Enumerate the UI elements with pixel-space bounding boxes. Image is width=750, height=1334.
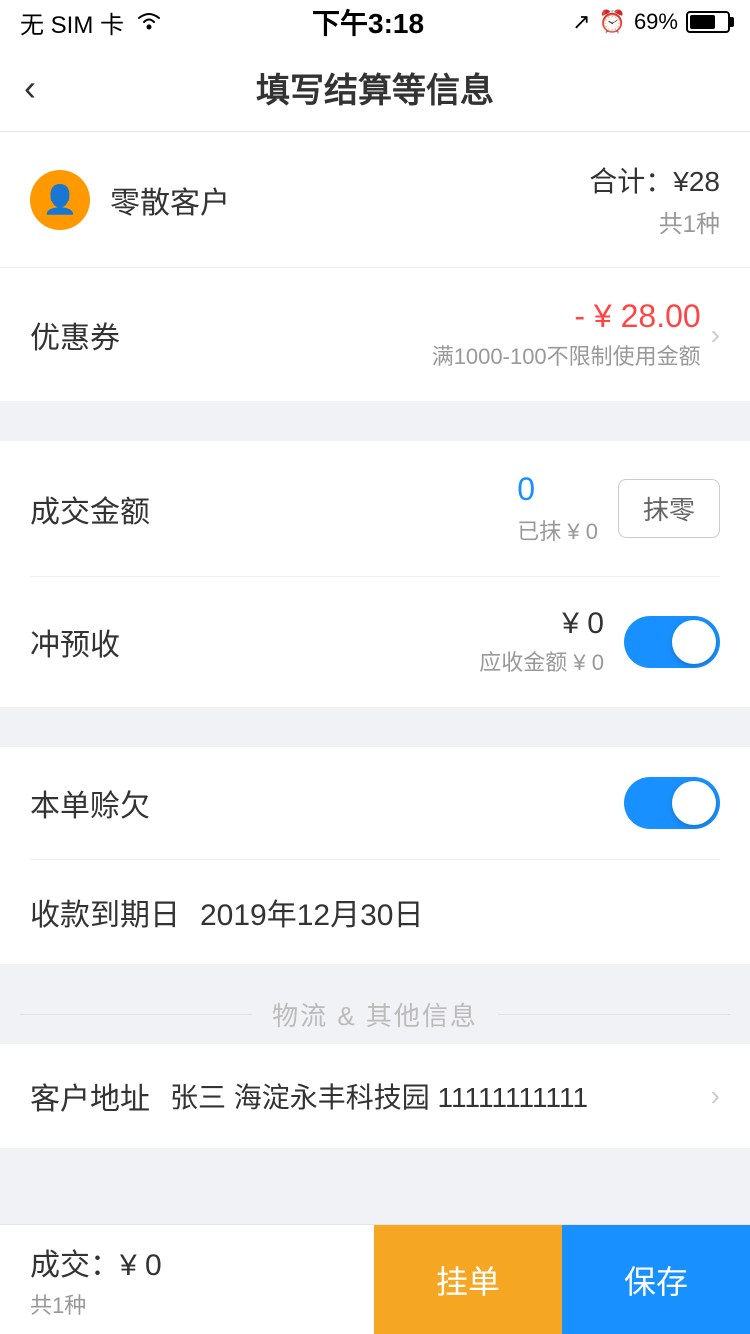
prepay-value-block: ¥ 0 应收金额 ¥ 0 (479, 607, 604, 677)
status-left: 无 SIM 卡 (20, 5, 164, 40)
debt-label: 本单赊欠 (30, 781, 150, 825)
prepay-right: ¥ 0 应收金额 ¥ 0 (479, 607, 720, 677)
prepay-row: 冲预收 ¥ 0 应收金额 ¥ 0 (30, 577, 720, 707)
status-right: ↗ ⏰ 69% (572, 9, 730, 35)
logistics-text: 物流 & 其他信息 (272, 996, 478, 1033)
divider-line-right (498, 1014, 730, 1015)
hold-button[interactable]: 挂单 (374, 1225, 562, 1334)
customer-name: 零散客户 (110, 178, 230, 222)
customer-total-block: 合计：¥28 共1种 (589, 160, 720, 239)
deal-value: ¥ 0 (120, 1249, 162, 1282)
page-title: 填写结算等信息 (256, 63, 494, 112)
amount-right: 0 已抹 ¥ 0 抹零 (517, 471, 720, 546)
status-bar: 无 SIM 卡 下午3:18 ↗ ⏰ 69% (0, 0, 750, 44)
address-row[interactable]: 客户地址 张三 海淀永丰科技园 11111111111 › (30, 1044, 720, 1148)
customer-total: 合计：¥28 (589, 160, 720, 200)
coupon-value-block: - ¥ 28.00 满1000-100不限制使用金额 (432, 298, 701, 371)
coupon-discount: - ¥ 28.00 (432, 298, 701, 335)
customer-avatar: 👤 (30, 170, 90, 230)
chevron-right-icon: › (711, 319, 720, 351)
section-divider-1 (0, 421, 750, 441)
coupon-label: 优惠券 (30, 313, 120, 357)
save-button[interactable]: 保存 (562, 1225, 750, 1334)
logistics-divider: 物流 & 其他信息 (0, 984, 750, 1044)
address-section: 客户地址 张三 海淀永丰科技园 11111111111 › (0, 1044, 750, 1148)
customer-count: 共1种 (589, 204, 720, 239)
person-icon: 👤 (43, 183, 78, 216)
nav-bar: ‹ 填写结算等信息 (0, 44, 750, 132)
debt-toggle-knob (672, 781, 716, 825)
debt-row: 本单赊欠 (30, 747, 720, 860)
coupon-row[interactable]: 优惠券 - ¥ 28.00 满1000-100不限制使用金额 › (0, 267, 750, 401)
wifi-icon (134, 8, 164, 37)
amount-section: 成交金额 0 已抹 ¥ 0 抹零 冲预收 ¥ 0 应收金额 ¥ 0 (0, 441, 750, 707)
prepay-value: ¥ 0 (479, 607, 604, 641)
prepay-toggle[interactable] (624, 616, 720, 668)
address-label: 客户地址 (30, 1074, 150, 1118)
amount-sub: 已抹 ¥ 0 (517, 514, 598, 546)
prepay-sub: 应收金额 ¥ 0 (479, 645, 604, 677)
bottom-summary: 成交：¥ 0 共1种 (0, 1240, 374, 1320)
coupon-right: - ¥ 28.00 满1000-100不限制使用金额 › (432, 298, 720, 371)
sim-status: 无 SIM 卡 (20, 5, 124, 40)
round-button[interactable]: 抹零 (618, 479, 720, 538)
coupon-description: 满1000-100不限制使用金额 (432, 339, 701, 371)
bottom-bar: 成交：¥ 0 共1种 挂单 保存 (0, 1224, 750, 1334)
back-button[interactable]: ‹ (24, 67, 36, 109)
customer-card: 👤 零散客户 合计：¥28 共1种 优惠券 - ¥ 28.00 满1000-10… (0, 132, 750, 401)
due-date-row: 收款到期日 2019年12月30日 (30, 860, 720, 964)
address-value: 张三 海淀永丰科技园 11111111111 (170, 1076, 691, 1116)
due-date-value: 2019年12月30日 (200, 890, 423, 934)
divider-line-left (20, 1014, 252, 1015)
toggle-knob (672, 620, 716, 664)
main-content: 👤 零散客户 合计：¥28 共1种 优惠券 - ¥ 28.00 满1000-10… (0, 132, 750, 1288)
deal-label: 成交： (30, 1249, 120, 1282)
bottom-count: 共1种 (30, 1288, 344, 1320)
amount-row: 成交金额 0 已抹 ¥ 0 抹零 (30, 441, 720, 577)
status-time: 下午3:18 (312, 2, 424, 42)
prepay-label: 冲预收 (30, 620, 120, 664)
debt-toggle[interactable] (624, 777, 720, 829)
address-chevron-icon: › (711, 1080, 720, 1112)
battery-icon (686, 11, 730, 33)
amount-label: 成交金额 (30, 487, 150, 531)
section-divider-2 (0, 727, 750, 747)
due-date-label: 收款到期日 (30, 890, 180, 934)
amount-value-block: 0 已抹 ¥ 0 (517, 471, 598, 546)
customer-info: 👤 零散客户 (30, 170, 230, 230)
customer-row: 👤 零散客户 合计：¥28 共1种 (0, 132, 750, 267)
bottom-deal: 成交：¥ 0 (30, 1240, 344, 1284)
amount-value: 0 (517, 471, 598, 508)
alarm-icon: ⏰ (599, 9, 626, 35)
debt-section: 本单赊欠 收款到期日 2019年12月30日 (0, 747, 750, 964)
location-icon: ↗ (572, 9, 590, 35)
battery-percent: 69% (634, 9, 678, 35)
